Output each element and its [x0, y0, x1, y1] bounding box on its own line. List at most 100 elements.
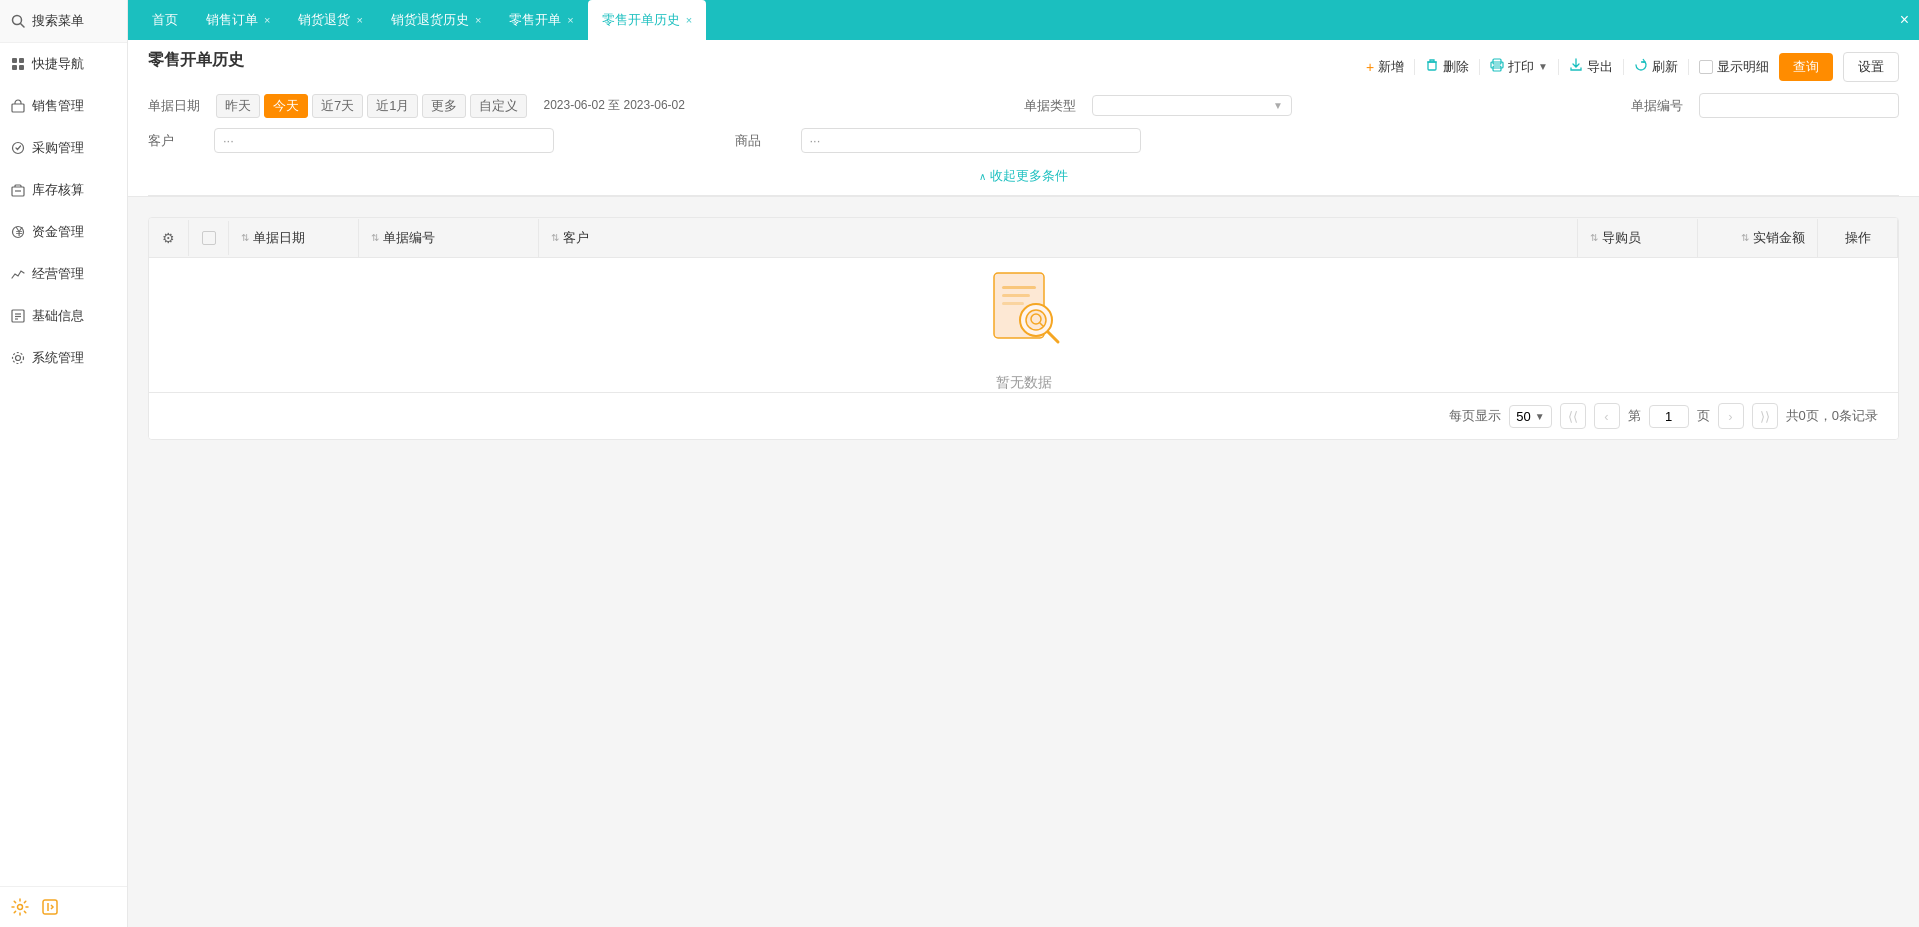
per-page-value: 50 [1516, 409, 1530, 424]
tab-sales-return[interactable]: 销货退货 × [284, 0, 376, 40]
col-action: 操作 [1818, 219, 1898, 257]
tab-retail-open-history-label: 零售开单历史 [602, 11, 680, 29]
quick-nav-icon [10, 56, 26, 72]
tab-sales-order-close[interactable]: × [264, 14, 270, 26]
svg-rect-21 [1428, 62, 1436, 70]
window-close-btn[interactable]: × [1900, 11, 1909, 29]
collapse-sidebar-icon[interactable] [40, 897, 60, 917]
collapse-button[interactable]: ∧ 收起更多条件 [979, 167, 1068, 185]
sort-amount-icon: ⇅ [1741, 232, 1749, 243]
order-no-input[interactable] [1699, 93, 1899, 118]
sidebar-item-inventory[interactable]: 库存核算 [0, 169, 127, 211]
date-btn-1month[interactable]: 近1月 [367, 94, 418, 118]
page-suffix: 页 [1697, 407, 1710, 425]
customer-select[interactable]: ··· [214, 128, 554, 153]
display-checkbox[interactable] [1699, 60, 1713, 74]
svg-rect-27 [1002, 294, 1030, 297]
tab-sales-return-history-close[interactable]: × [475, 14, 481, 26]
display-toggle[interactable]: 显示明细 [1699, 58, 1769, 76]
svg-line-31 [1048, 332, 1058, 342]
content-area: 零售开单历史 + 新增 [128, 40, 1919, 927]
empty-state: 暂无数据 [149, 258, 1898, 392]
sidebar-item-ops-mgmt[interactable]: 经营管理 [0, 253, 127, 295]
prev-page-btn[interactable]: ‹ [1594, 403, 1620, 429]
settings-bottom-icon[interactable] [10, 897, 30, 917]
col-settings[interactable]: ⚙ [149, 220, 189, 256]
sidebar-item-quick-nav[interactable]: 快捷导航 [0, 43, 127, 85]
print-button[interactable]: 打印 ▼ [1490, 58, 1548, 76]
order-type-select[interactable]: ▼ [1092, 95, 1292, 116]
sidebar-item-purchase-mgmt[interactable]: 采购管理 [0, 127, 127, 169]
date-btn-custom-label: 自定义 [479, 98, 518, 113]
settings-button[interactable]: 设置 [1843, 52, 1899, 82]
display-label: 显示明细 [1717, 58, 1769, 76]
tab-sales-order[interactable]: 销售订单 × [192, 0, 284, 40]
goods-select[interactable]: ··· [801, 128, 1141, 153]
per-page-select[interactable]: 50 ▼ [1509, 405, 1551, 428]
window-close-icon[interactable]: × [1900, 11, 1909, 29]
delete-label: 删除 [1443, 58, 1469, 76]
tab-home[interactable]: 首页 [138, 0, 192, 40]
main-area: 首页 销售订单 × 销货退货 × 销货退货历史 × 零售开单 × 零售开单历史 … [128, 0, 1919, 927]
svg-point-17 [13, 353, 24, 364]
prev-page-icon: ‹ [1604, 409, 1608, 424]
delete-icon [1425, 58, 1439, 75]
date-btn-1month-label: 近1月 [376, 98, 409, 113]
tab-retail-open-history-close[interactable]: × [686, 14, 692, 26]
tab-retail-open-history[interactable]: 零售开单历史 × [588, 0, 706, 40]
sidebar-bottom [0, 886, 127, 927]
per-page-dropdown-icon: ▼ [1535, 411, 1545, 422]
tab-sales-return-close[interactable]: × [356, 14, 362, 26]
svg-rect-4 [12, 65, 17, 70]
delete-button[interactable]: 删除 [1425, 58, 1469, 76]
settings-gear-icon[interactable]: ⚙ [162, 230, 175, 246]
col-guide-label: 导购员 [1602, 229, 1641, 247]
next-page-btn[interactable]: › [1718, 403, 1744, 429]
table-container: ⚙ ⇅ 单据日期 ⇅ 单据编号 ⇅ 客户 [148, 217, 1899, 440]
print-icon [1490, 58, 1504, 75]
refresh-button[interactable]: 刷新 [1634, 58, 1678, 76]
top-nav: 首页 销售订单 × 销货退货 × 销货退货历史 × 零售开单 × 零售开单历史 … [128, 0, 1919, 40]
sidebar-search[interactable]: 搜索菜单 [0, 0, 127, 43]
page-label: 第 [1628, 407, 1641, 425]
last-page-btn[interactable]: ⟩⟩ [1752, 403, 1778, 429]
filter-row-2: 客户 ··· 商品 ··· [148, 128, 1899, 153]
col-guide[interactable]: ⇅ 导购员 [1578, 219, 1698, 257]
tab-retail-open-close[interactable]: × [567, 14, 573, 26]
print-dropdown-icon[interactable]: ▼ [1538, 61, 1548, 72]
date-btn-more[interactable]: 更多 [422, 94, 466, 118]
date-btn-7days[interactable]: 近7天 [312, 94, 363, 118]
export-button[interactable]: 导出 [1569, 58, 1613, 76]
sidebar-item-sys-mgmt[interactable]: 系统管理 [0, 337, 127, 379]
sidebar-item-finance[interactable]: ¥ 资金管理 [0, 211, 127, 253]
sidebar-item-sales-mgmt[interactable]: 销售管理 [0, 85, 127, 127]
date-btn-custom[interactable]: 自定义 [470, 94, 527, 118]
table-section: ⚙ ⇅ 单据日期 ⇅ 单据编号 ⇅ 客户 [128, 197, 1919, 927]
col-customer-label: 客户 [563, 229, 589, 247]
sort-customer-icon: ⇅ [551, 232, 559, 243]
page-number-input[interactable] [1649, 405, 1689, 428]
sidebar-item-basic-info[interactable]: 基础信息 [0, 295, 127, 337]
tab-sales-return-history[interactable]: 销货退货历史 × [377, 0, 495, 40]
col-order-no[interactable]: ⇅ 单据编号 [359, 219, 539, 257]
col-checkbox [189, 221, 229, 255]
sales-mgmt-icon [10, 98, 26, 114]
tab-retail-open-label: 零售开单 [509, 11, 561, 29]
col-amount[interactable]: ⇅ 实销金额 [1698, 219, 1818, 257]
add-button[interactable]: + 新增 [1366, 58, 1404, 76]
sidebar-item-label-ops-mgmt: 经营管理 [32, 265, 84, 283]
query-button[interactable]: 查询 [1779, 53, 1833, 81]
date-btn-today[interactable]: 今天 [264, 94, 308, 118]
first-page-btn[interactable]: ⟨⟨ [1560, 403, 1586, 429]
query-label: 查询 [1793, 59, 1819, 74]
basic-info-icon [10, 308, 26, 324]
svg-rect-26 [1002, 286, 1036, 289]
pagination: 每页显示 50 ▼ ⟨⟨ ‹ 第 页 › [149, 392, 1898, 439]
date-btn-yesterday[interactable]: 昨天 [216, 94, 260, 118]
header-checkbox[interactable] [202, 231, 216, 245]
tab-retail-open[interactable]: 零售开单 × [495, 0, 587, 40]
sidebar-item-label-quick-nav: 快捷导航 [32, 55, 84, 73]
col-date[interactable]: ⇅ 单据日期 [229, 219, 359, 257]
col-customer[interactable]: ⇅ 客户 [539, 219, 1578, 257]
empty-text: 暂无数据 [996, 374, 1052, 392]
